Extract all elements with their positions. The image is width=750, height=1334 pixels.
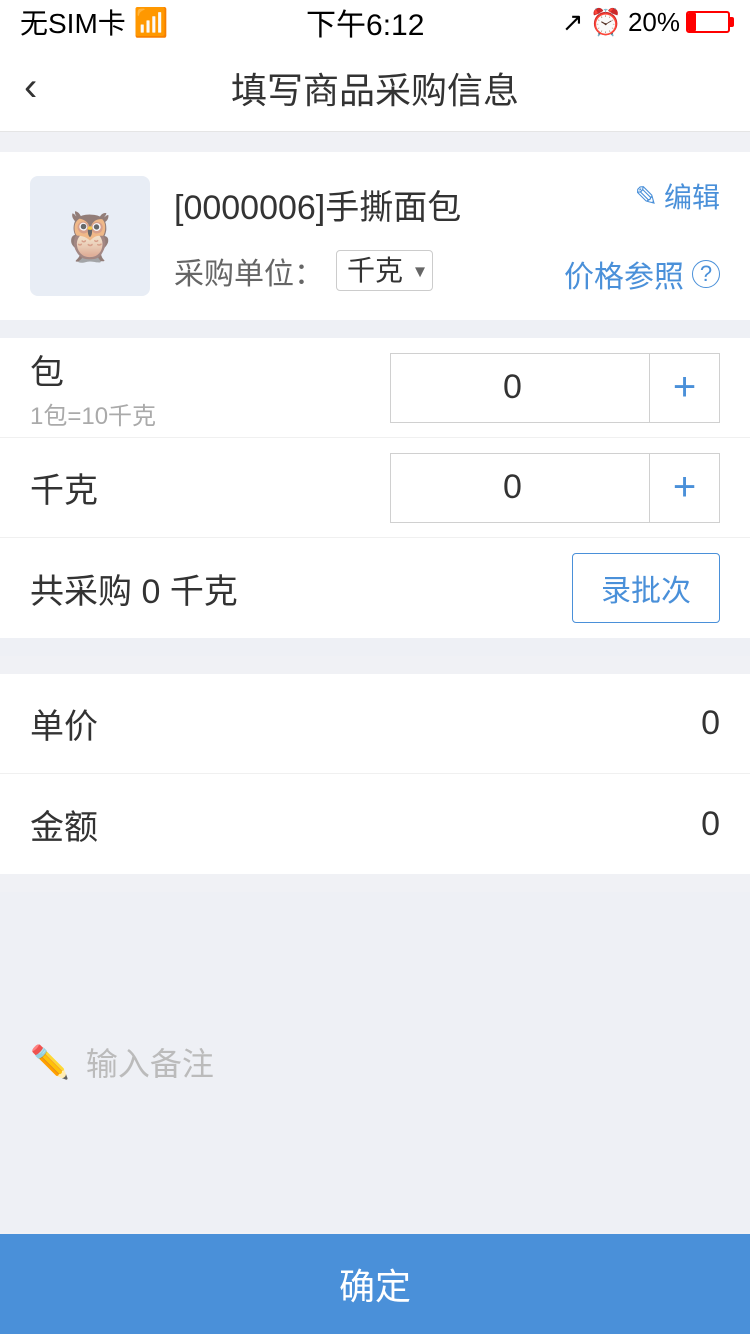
product-thumbnail: 🦉: [30, 176, 150, 296]
price-ref-button[interactable]: 价格参照 ?: [564, 252, 720, 296]
summary-text: 共采购 0 千克: [30, 564, 238, 613]
location-icon: ↗: [562, 7, 584, 38]
page-title: 填写商品采购信息: [231, 62, 519, 114]
unit-select[interactable]: 千克 包: [336, 250, 433, 291]
battery-icon: [686, 11, 730, 33]
bag-label-group: 包 1包=10千克: [30, 345, 156, 431]
wifi-icon: 📶: [134, 6, 169, 39]
amount-value: 0: [701, 805, 720, 844]
amount-row: 金额 0: [0, 774, 750, 874]
unit-price-value: 0: [701, 704, 720, 743]
edit-button[interactable]: ✎ 编辑: [635, 176, 720, 216]
price-info-section: 单价 0 金额 0: [0, 674, 750, 874]
bag-label: 包: [30, 345, 156, 394]
summary-row: 共采购 0 千克 录批次: [0, 538, 750, 638]
amount-label: 金额: [30, 800, 98, 849]
unit-price-row: 单价 0: [0, 674, 750, 774]
kg-number-input[interactable]: [390, 453, 650, 523]
kg-input-row: 千克 +: [0, 438, 750, 538]
status-right: ↗ ⏰ 20%: [562, 7, 730, 38]
nav-bar: ‹ 填写商品采购信息: [0, 44, 750, 132]
unit-select-wrapper[interactable]: 千克 包: [336, 250, 433, 291]
kg-plus-icon: +: [673, 465, 696, 510]
price-ref-icon: ?: [692, 260, 720, 288]
product-thumb-icon: 🦉: [60, 208, 120, 265]
status-left: 无SIM卡 📶: [20, 2, 169, 42]
confirm-button[interactable]: 确定: [0, 1234, 750, 1334]
edit-icon: ✎: [635, 180, 658, 213]
divider-2: [0, 638, 750, 656]
summary-value: 0: [141, 573, 169, 611]
divider-1: [0, 320, 750, 338]
summary-label: 共采购: [30, 573, 132, 611]
notes-placeholder: 输入备注: [86, 1039, 214, 1085]
back-button[interactable]: ‹: [24, 65, 37, 110]
notes-icon: ✏️: [30, 1043, 70, 1081]
status-time: 下午6:12: [306, 0, 424, 44]
product-card: 🦉 [0000006]手撕面包 采购单位： 千克 包 ✎ 编辑 价格参照 ?: [0, 152, 750, 320]
summary-unit: 千克: [170, 573, 238, 611]
price-ref-label: 价格参照: [564, 252, 684, 296]
edit-label: 编辑: [664, 176, 720, 216]
input-section: 包 1包=10千克 + 千克 +: [0, 338, 750, 538]
kg-plus-button[interactable]: +: [650, 453, 720, 523]
carrier-text: 无SIM卡: [20, 2, 126, 42]
record-batch-button[interactable]: 录批次: [572, 553, 720, 623]
bag-number-input[interactable]: [390, 353, 650, 423]
battery-percent: 20%: [628, 7, 680, 38]
bag-sub-label: 1包=10千克: [30, 396, 156, 431]
status-bar: 无SIM卡 📶 下午6:12 ↗ ⏰ 20%: [0, 0, 750, 44]
kg-input-right: +: [390, 453, 720, 523]
bag-input-right: +: [390, 353, 720, 423]
kg-label-group: 千克: [30, 463, 150, 512]
unit-label: 采购单位：: [174, 249, 324, 293]
bag-input-row: 包 1包=10千克 +: [0, 338, 750, 438]
notes-section[interactable]: ✏️ 输入备注: [0, 892, 750, 1232]
alarm-icon: ⏰: [590, 7, 622, 38]
bag-plus-icon: +: [673, 365, 696, 410]
unit-price-label: 单价: [30, 699, 98, 748]
kg-label: 千克: [30, 463, 150, 512]
bag-plus-button[interactable]: +: [650, 353, 720, 423]
